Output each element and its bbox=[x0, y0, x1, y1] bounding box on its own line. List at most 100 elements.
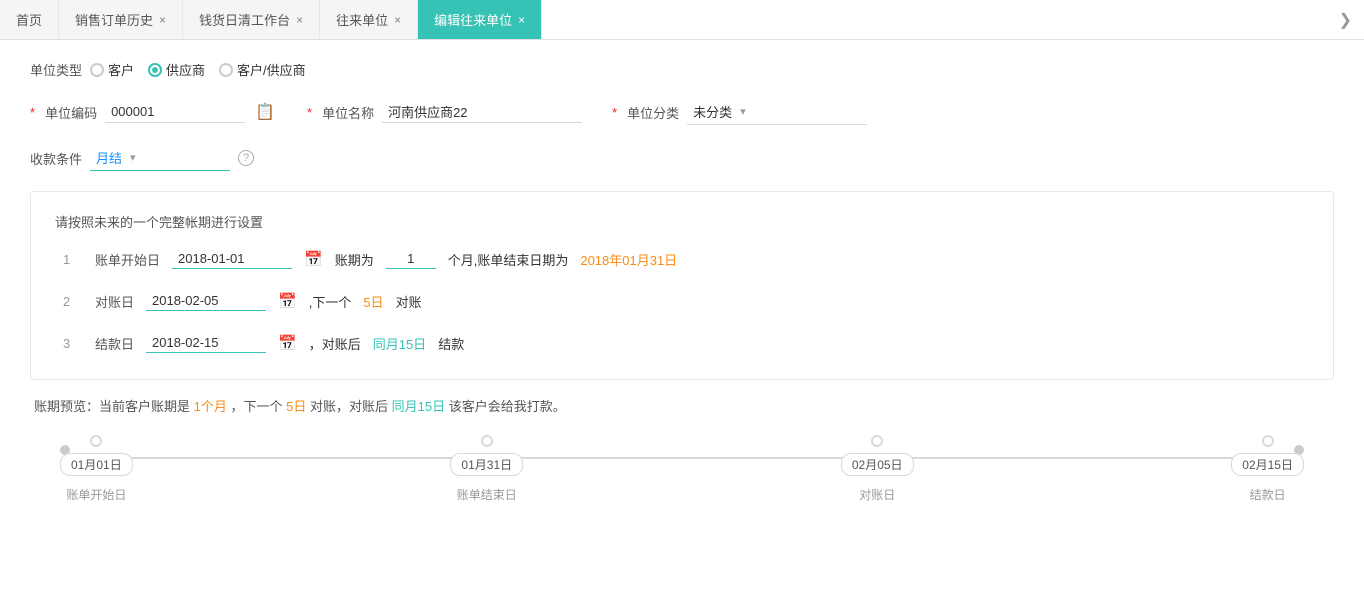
timeline-points: 01月01日 账单开始日 01月31日 账单结束日 02月05日 对账日 02月… bbox=[60, 435, 1304, 503]
radio-customer[interactable]: 客户 bbox=[90, 60, 134, 79]
close-tab-edit-contacts[interactable]: × bbox=[518, 13, 525, 27]
period-date-3[interactable] bbox=[146, 333, 266, 353]
timeline-tag-3: 02月15日 bbox=[1231, 453, 1304, 476]
period-suffix-before-3: ，对账后 bbox=[309, 334, 361, 353]
timeline-section: 01月01日 账单开始日 01月31日 账单结束日 02月05日 对账日 02月… bbox=[30, 435, 1334, 533]
preview-suffix: 该客户会给我打款。 bbox=[449, 399, 566, 414]
timeline-tag-2: 02月05日 bbox=[841, 453, 914, 476]
timeline-dot-2 bbox=[871, 435, 883, 447]
radio-supplier-label: 供应商 bbox=[166, 60, 205, 79]
period-label-1: 账单开始日 bbox=[95, 250, 160, 269]
radio-supplier-circle bbox=[148, 63, 162, 77]
unit-classify-required: * bbox=[612, 105, 617, 120]
period-row-2: 2 对账日 📅 ,下一个 5日 对账 bbox=[55, 291, 1309, 311]
timeline-point-1: 01月31日 账单结束日 bbox=[450, 435, 523, 503]
period-num-3: 3 bbox=[63, 336, 83, 351]
radio-both-label: 客户/供应商 bbox=[237, 60, 306, 79]
payment-terms-dropdown[interactable]: 月结 ▾ bbox=[90, 145, 230, 171]
period-suffix-after-3: 结款 bbox=[438, 334, 464, 353]
period-row-3: 3 结款日 📅 ，对账后 同月15日 结款 bbox=[55, 333, 1309, 353]
period-suffix-before-1: 账期为 bbox=[335, 250, 374, 269]
timeline-point-0: 01月01日 账单开始日 bbox=[60, 435, 133, 503]
period-num-2: 2 bbox=[63, 294, 83, 309]
timeline-label-1: 账单结束日 bbox=[457, 486, 517, 503]
unit-type-label: 单位类型 bbox=[30, 60, 82, 79]
unit-code-item: * 单位编码 📋 bbox=[30, 100, 277, 124]
unit-name-required: * bbox=[307, 105, 312, 120]
period-date-1[interactable] bbox=[172, 249, 292, 269]
timeline-tag-0: 01月01日 bbox=[60, 453, 133, 476]
preview-prefix: 账期预览：当前客户账期是 bbox=[34, 399, 190, 414]
preview-part3: 同月15日 bbox=[392, 399, 445, 414]
unit-classify-arrow: ▾ bbox=[740, 105, 746, 118]
calendar-icon-3[interactable]: 📅 bbox=[278, 334, 297, 352]
calendar-icon-1[interactable]: 📅 bbox=[304, 250, 323, 268]
tab-edit-contacts[interactable]: 编辑往来单位 × bbox=[418, 0, 542, 39]
timeline-point-2: 02月05日 对账日 bbox=[841, 435, 914, 503]
radio-customer-circle bbox=[90, 63, 104, 77]
unit-code-icon[interactable]: 📋 bbox=[253, 100, 277, 124]
preview-part2: 5日 bbox=[286, 399, 306, 414]
period-title: 请按照未来的一个完整帐期进行设置 bbox=[55, 212, 1309, 231]
period-suffix-after-2: 对账 bbox=[396, 292, 422, 311]
unit-name-item: * 单位名称 bbox=[307, 101, 582, 123]
timeline-label-3: 结款日 bbox=[1250, 486, 1286, 503]
payment-terms-item: 收款条件 月结 ▾ ? bbox=[30, 145, 254, 171]
unit-code-label: 单位编码 bbox=[45, 103, 97, 122]
radio-supplier[interactable]: 供应商 bbox=[148, 60, 205, 79]
payment-terms-label: 收款条件 bbox=[30, 149, 82, 168]
period-months-input[interactable] bbox=[386, 249, 436, 269]
preview-mid1: ，下一个 bbox=[231, 399, 283, 414]
tab-more-button[interactable]: ❯ bbox=[1327, 0, 1364, 39]
unit-name-input[interactable] bbox=[382, 101, 582, 123]
timeline-label-0: 账单开始日 bbox=[66, 486, 126, 503]
unit-name-label: 单位名称 bbox=[322, 103, 374, 122]
period-suffix-after-1: 个月,账单结束日期为 bbox=[448, 250, 569, 269]
period-highlight-3: 同月15日 bbox=[373, 334, 426, 353]
unit-type-row: 单位类型 客户 供应商 客户/供应商 bbox=[30, 60, 1334, 79]
timeline-dot-3 bbox=[1262, 435, 1274, 447]
close-tab-contacts[interactable]: × bbox=[394, 13, 401, 27]
tab-home[interactable]: 首页 bbox=[0, 0, 59, 39]
close-tab-cash-work[interactable]: × bbox=[296, 13, 303, 27]
help-icon[interactable]: ? bbox=[238, 150, 254, 166]
payment-terms-arrow: ▾ bbox=[130, 151, 136, 164]
tab-bar: 首页 销售订单历史 × 钱货日清工作台 × 往来单位 × 编辑往来单位 × ❯ bbox=[0, 0, 1364, 40]
unit-type-radio-group: 客户 供应商 客户/供应商 bbox=[90, 60, 306, 79]
unit-code-required: * bbox=[30, 105, 35, 120]
period-row-1: 1 账单开始日 📅 账期为 个月,账单结束日期为 2018年01月31日 bbox=[55, 249, 1309, 269]
unit-info-row: * 单位编码 📋 * 单位名称 * 单位分类 未分类 ▾ bbox=[30, 99, 1334, 125]
timeline-tag-1: 01月31日 bbox=[450, 453, 523, 476]
period-suffix-before-2: ,下一个 bbox=[309, 292, 352, 311]
timeline-point-3: 02月15日 结款日 bbox=[1231, 435, 1304, 503]
preview-part1: 1个月 bbox=[194, 399, 227, 414]
timeline-dot-0 bbox=[90, 435, 102, 447]
preview-text: 账期预览：当前客户账期是 1个月 ，下一个 5日 对账，对账后 同月15日 该客… bbox=[30, 396, 1334, 415]
period-num-1: 1 bbox=[63, 252, 83, 267]
payment-terms-value: 月结 bbox=[96, 148, 122, 167]
tab-contacts[interactable]: 往来单位 × bbox=[320, 0, 418, 39]
main-content: 单位类型 客户 供应商 客户/供应商 * 单位编码 bbox=[0, 40, 1364, 608]
calendar-icon-2[interactable]: 📅 bbox=[278, 292, 297, 310]
unit-type-item: 单位类型 客户 供应商 客户/供应商 bbox=[30, 60, 306, 79]
radio-both[interactable]: 客户/供应商 bbox=[219, 60, 306, 79]
tab-cash-work[interactable]: 钱货日清工作台 × bbox=[183, 0, 320, 39]
unit-classify-label: 单位分类 bbox=[627, 103, 679, 122]
period-highlight-2: 5日 bbox=[363, 292, 383, 311]
timeline-dot-1 bbox=[481, 435, 493, 447]
period-label-2: 对账日 bbox=[95, 292, 134, 311]
chevron-right-icon: ❯ bbox=[1339, 10, 1352, 30]
payment-terms-row: 收款条件 月结 ▾ ? bbox=[30, 145, 1334, 171]
radio-customer-label: 客户 bbox=[108, 60, 134, 79]
unit-classify-item: * 单位分类 未分类 ▾ bbox=[612, 99, 867, 125]
radio-both-circle bbox=[219, 63, 233, 77]
unit-code-input[interactable] bbox=[105, 101, 245, 123]
unit-classify-value: 未分类 bbox=[693, 102, 732, 121]
timeline-label-2: 对账日 bbox=[859, 486, 895, 503]
close-tab-sales-history[interactable]: × bbox=[159, 13, 166, 27]
period-highlight-1: 2018年01月31日 bbox=[580, 250, 677, 269]
unit-classify-dropdown[interactable]: 未分类 ▾ bbox=[687, 99, 867, 125]
period-date-2[interactable] bbox=[146, 291, 266, 311]
period-label-3: 结款日 bbox=[95, 334, 134, 353]
tab-sales-history[interactable]: 销售订单历史 × bbox=[59, 0, 183, 39]
